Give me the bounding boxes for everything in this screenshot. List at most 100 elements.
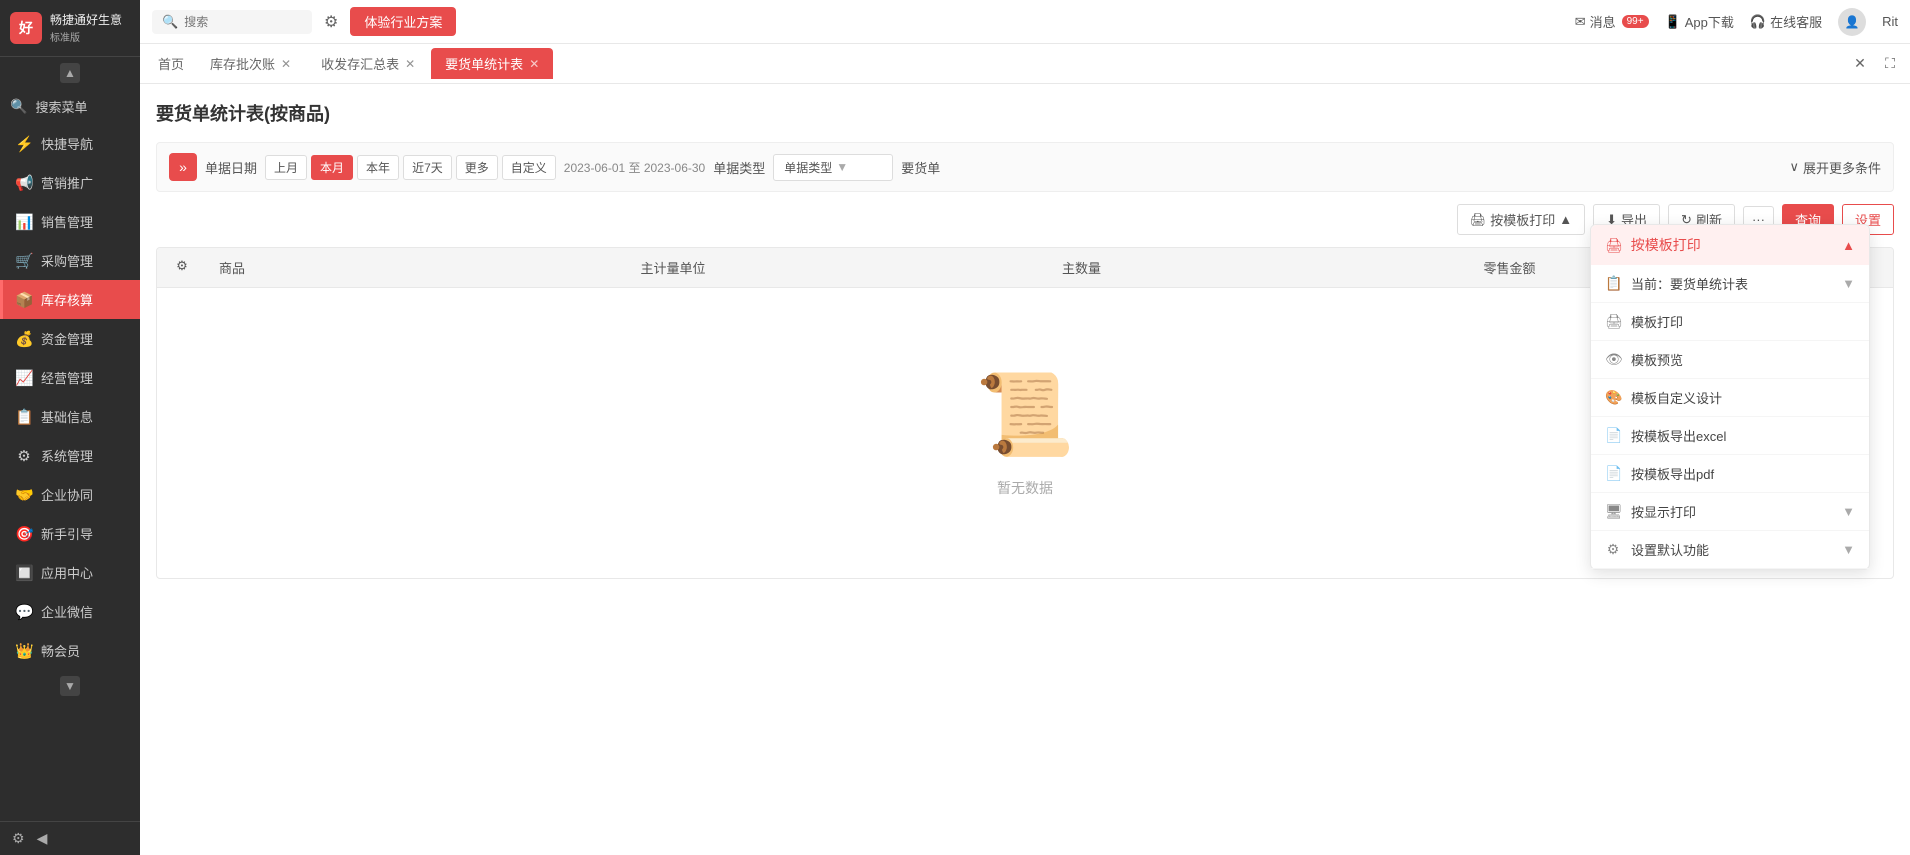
- dropdown-template-custom-item[interactable]: 🎨 模板自定义设计: [1591, 379, 1869, 417]
- dropdown-template-print-item[interactable]: 🖨 模板打印: [1591, 303, 1869, 341]
- sidebar-item-finance[interactable]: 💰 资金管理: [0, 319, 140, 358]
- current-arrow-icon: ▼: [1842, 276, 1855, 291]
- sidebar-item-cooperation[interactable]: 🤝 企业协同: [0, 475, 140, 514]
- sidebar-item-quick-nav[interactable]: ⚡ 快捷导航: [0, 124, 140, 163]
- goods-tag-label: 要货单: [901, 158, 940, 177]
- tab-home-label: 首页: [158, 54, 184, 73]
- dropdown-arrow-icon: ▼: [836, 160, 848, 174]
- empty-text: 暂无数据: [997, 478, 1053, 498]
- sidebar-item-inventory[interactable]: 📦 库存核算: [0, 280, 140, 319]
- template-excel-label: 按模板导出excel: [1631, 426, 1726, 445]
- settings-icon[interactable]: ⚙: [12, 830, 25, 847]
- template-preview-label: 模板预览: [1631, 350, 1683, 369]
- tab-inventory-batch-close[interactable]: ✕: [281, 57, 291, 71]
- sidebar-scroll-down[interactable]: ▼: [0, 670, 140, 702]
- template-print-menu-icon: 🖨: [1605, 313, 1621, 330]
- topbar-gear-icon[interactable]: ⚙: [324, 12, 338, 32]
- default-function-left: ⚙ 设置默认功能: [1605, 540, 1709, 559]
- sidebar-item-guide[interactable]: 🎯 新手引导: [0, 514, 140, 553]
- tab-maximize-button[interactable]: ⛶: [1878, 52, 1902, 76]
- app-download-label: App下载: [1685, 12, 1734, 31]
- sidebar-logo: 好 畅捷通好生意 标准版: [0, 0, 140, 57]
- expand-more-button[interactable]: ∨ 展开更多条件: [1789, 158, 1881, 177]
- tab-receipt-summary-label: 收发存汇总表: [321, 54, 399, 73]
- tab-order-stats-close[interactable]: ✕: [529, 57, 539, 71]
- current-label: 当前：要货单统计表: [1631, 274, 1748, 293]
- date-btn-last-7-days[interactable]: 近7天: [403, 155, 452, 180]
- template-print-dropdown: 🖨 按模板打印 ▲ 📋 当前：要货单统计表 ▼ 🖨 模板打印 👁 模板预览 🎨: [1590, 224, 1870, 570]
- dropdown-template-excel-item[interactable]: 📄 按模板导出excel: [1591, 417, 1869, 455]
- app-download-button[interactable]: 📱 App下载: [1665, 12, 1734, 31]
- dropdown-display-print-item[interactable]: 🖥 按显示打印 ▼: [1591, 493, 1869, 531]
- template-custom-icon: 🎨: [1605, 389, 1621, 406]
- date-btn-current-year[interactable]: 本年: [357, 155, 399, 180]
- sidebar-item-operation[interactable]: 📈 经营管理: [0, 358, 140, 397]
- dropdown-default-function-item[interactable]: ⚙ 设置默认功能 ▼: [1591, 531, 1869, 569]
- dropdown-template-preview-item[interactable]: 👁 模板预览: [1591, 341, 1869, 379]
- dropdown-current-item[interactable]: 📋 当前：要货单统计表 ▼: [1591, 265, 1869, 303]
- tab-receipt-summary[interactable]: 收发存汇总表 ✕: [307, 48, 429, 79]
- default-function-arrow-icon: ▼: [1842, 542, 1855, 557]
- template-print-button[interactable]: 🖨 按模板打印 ▲: [1457, 204, 1585, 235]
- tab-close-all-button[interactable]: ✕: [1848, 52, 1872, 76]
- tab-receipt-summary-close[interactable]: ✕: [405, 57, 415, 71]
- template-print-menu-label: 模板打印: [1631, 312, 1683, 331]
- finance-icon: 💰: [15, 330, 33, 348]
- sidebar-item-sales[interactable]: 📊 销售管理: [0, 202, 140, 241]
- guide-icon: 🎯: [15, 525, 33, 543]
- inventory-icon: 📦: [15, 291, 33, 309]
- trial-button[interactable]: 体验行业方案: [350, 7, 456, 36]
- default-function-label: 设置默认功能: [1631, 540, 1709, 559]
- message-icon: ✉: [1575, 14, 1586, 30]
- purchase-icon: 🛒: [15, 252, 33, 270]
- sidebar-item-purchase[interactable]: 🛒 采购管理: [0, 241, 140, 280]
- sidebar-item-member[interactable]: 👑 畅会员: [0, 631, 140, 670]
- topbar-search-input[interactable]: [184, 15, 302, 29]
- tab-inventory-batch[interactable]: 库存批次账 ✕: [196, 48, 305, 79]
- template-print-label: 按模板打印: [1490, 210, 1555, 229]
- app-logo-icon: 好: [10, 12, 42, 44]
- system-icon: ⚙: [15, 447, 33, 465]
- template-print-up-icon: ▲: [1559, 212, 1572, 227]
- date-btn-more[interactable]: 更多: [456, 155, 498, 180]
- cooperation-icon: 🤝: [15, 486, 33, 504]
- dropdown-header-arrow-icon: ▲: [1842, 238, 1855, 253]
- tab-order-stats[interactable]: 要货单统计表 ✕: [431, 48, 553, 79]
- type-dropdown[interactable]: 单据类型 ▼: [773, 154, 893, 181]
- sidebar-search[interactable]: 🔍 搜索菜单: [0, 89, 140, 124]
- dropdown-header[interactable]: 🖨 按模板打印 ▲: [1591, 225, 1869, 265]
- sidebar-item-label: 新手引导: [41, 524, 93, 543]
- tab-home[interactable]: 首页: [148, 48, 194, 79]
- col-settings[interactable]: ⚙: [157, 248, 207, 287]
- sidebar-item-label: 采购管理: [41, 251, 93, 270]
- sidebar-item-label: 企业协同: [41, 485, 93, 504]
- online-service-button[interactable]: 🎧 在线客服: [1750, 12, 1822, 31]
- sidebar-item-label: 经营管理: [41, 368, 93, 387]
- date-filter-label: 单据日期: [205, 158, 257, 177]
- dropdown-header-icon: 🖨: [1605, 237, 1623, 254]
- date-range-display: 2023-06-01 至 2023-06-30: [564, 159, 705, 176]
- topbar-search-box[interactable]: 🔍: [152, 10, 312, 34]
- sidebar-item-label: 企业微信: [41, 602, 93, 621]
- filter-expand-button[interactable]: »: [169, 153, 197, 181]
- sidebar-item-wechat[interactable]: 💬 企业微信: [0, 592, 140, 631]
- sidebar-item-label: 营销推广: [41, 173, 93, 192]
- sales-icon: 📊: [15, 213, 33, 231]
- sidebar-item-basic[interactable]: 📋 基础信息: [0, 397, 140, 436]
- date-btn-custom[interactable]: 自定义: [502, 155, 556, 180]
- message-button[interactable]: ✉ 消息 99+: [1575, 12, 1649, 31]
- tabbar: 首页 库存批次账 ✕ 收发存汇总表 ✕ 要货单统计表 ✕ ✕ ⛶: [140, 44, 1910, 84]
- sidebar-item-system[interactable]: ⚙ 系统管理: [0, 436, 140, 475]
- user-avatar[interactable]: 👤: [1838, 8, 1866, 36]
- collapse-icon[interactable]: ◀: [37, 830, 48, 847]
- expand-more-icon: ∨: [1789, 159, 1799, 175]
- date-btn-current-month[interactable]: 本月: [311, 155, 353, 180]
- sidebar-item-app-center[interactable]: 🔲 应用中心: [0, 553, 140, 592]
- dropdown-template-pdf-item[interactable]: 📄 按模板导出pdf: [1591, 455, 1869, 493]
- sidebar-scroll-up[interactable]: ▲: [0, 57, 140, 89]
- col-quantity: 主数量: [1050, 248, 1472, 287]
- date-btn-last-month[interactable]: 上月: [265, 155, 307, 180]
- online-service-label: 在线客服: [1770, 12, 1822, 31]
- type-dropdown-label: 单据类型: [784, 159, 832, 176]
- sidebar-item-marketing[interactable]: 📢 营销推广: [0, 163, 140, 202]
